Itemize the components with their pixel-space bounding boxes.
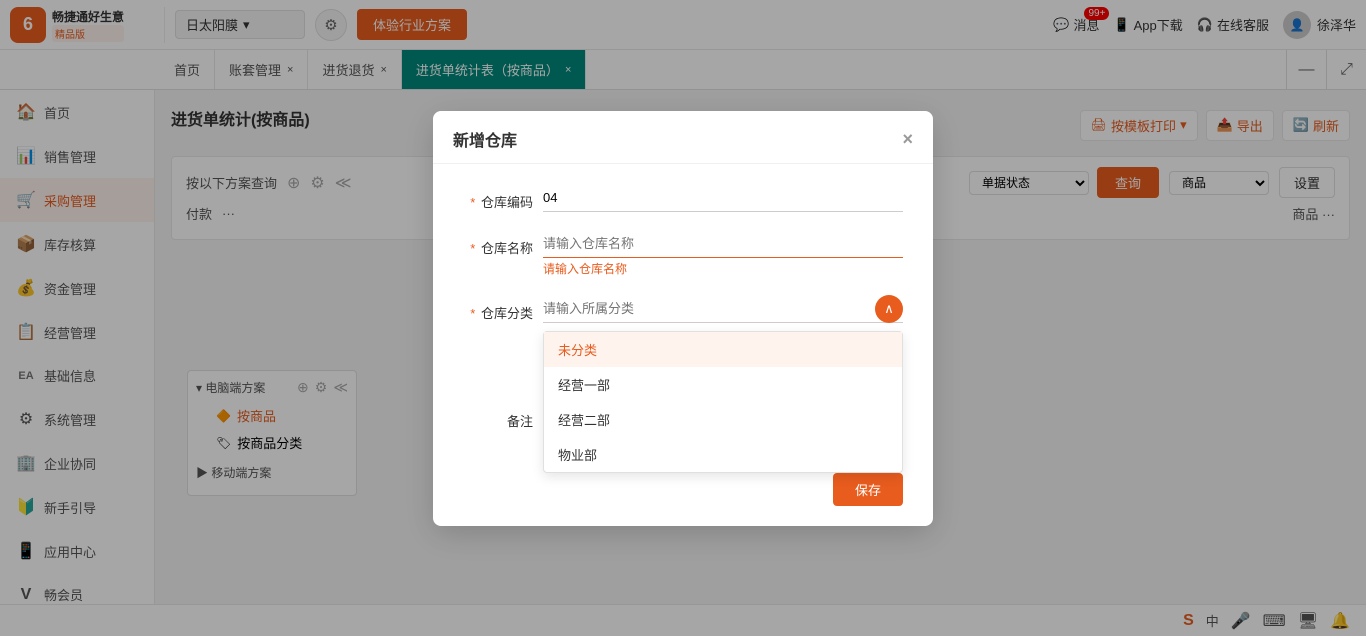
required-star-name: * [470, 241, 475, 256]
category-dropdown-list: 未分类 经营一部 经营二部 物业部 [543, 331, 903, 473]
dialog-body: * 仓库编码 * 仓库名称 请输入仓库名称 * [433, 164, 933, 463]
category-input[interactable] [543, 295, 903, 323]
name-input[interactable] [543, 230, 903, 258]
form-row-category: * 仓库分类 ∧ 未分类 经营一部 经营二部 物业部 [463, 295, 903, 323]
required-star-cat: * [470, 306, 475, 321]
category-dropdown-toggle[interactable]: ∧ [875, 295, 903, 323]
code-input[interactable] [543, 184, 903, 212]
name-error-message: 请输入仓库名称 [543, 260, 903, 277]
name-label: * 仓库名称 [463, 230, 533, 257]
save-button[interactable]: 保存 [833, 473, 903, 506]
form-row-name: * 仓库名称 请输入仓库名称 [463, 230, 903, 277]
modal-overlay: 新增仓库 × * 仓库编码 * 仓库名称 请输入仓库名称 [0, 0, 1366, 636]
code-label: * 仓库编码 [463, 184, 533, 211]
remarks-label: 备注 [463, 403, 533, 430]
dropdown-item-uncategorized[interactable]: 未分类 [544, 332, 902, 367]
dialog-header: 新增仓库 × [433, 111, 933, 164]
form-row-code: * 仓库编码 [463, 184, 903, 212]
dialog-close-button[interactable]: × [902, 130, 913, 148]
dropdown-item-dept2[interactable]: 经营二部 [544, 402, 902, 437]
category-label: * 仓库分类 [463, 295, 533, 322]
dropdown-item-property[interactable]: 物业部 [544, 437, 902, 472]
dialog-title: 新增仓库 [453, 127, 517, 151]
category-select-wrapper: ∧ 未分类 经营一部 经营二部 物业部 [543, 295, 903, 323]
required-star-code: * [470, 195, 475, 210]
dropdown-item-dept1[interactable]: 经营一部 [544, 367, 902, 402]
add-warehouse-dialog: 新增仓库 × * 仓库编码 * 仓库名称 请输入仓库名称 [433, 111, 933, 526]
